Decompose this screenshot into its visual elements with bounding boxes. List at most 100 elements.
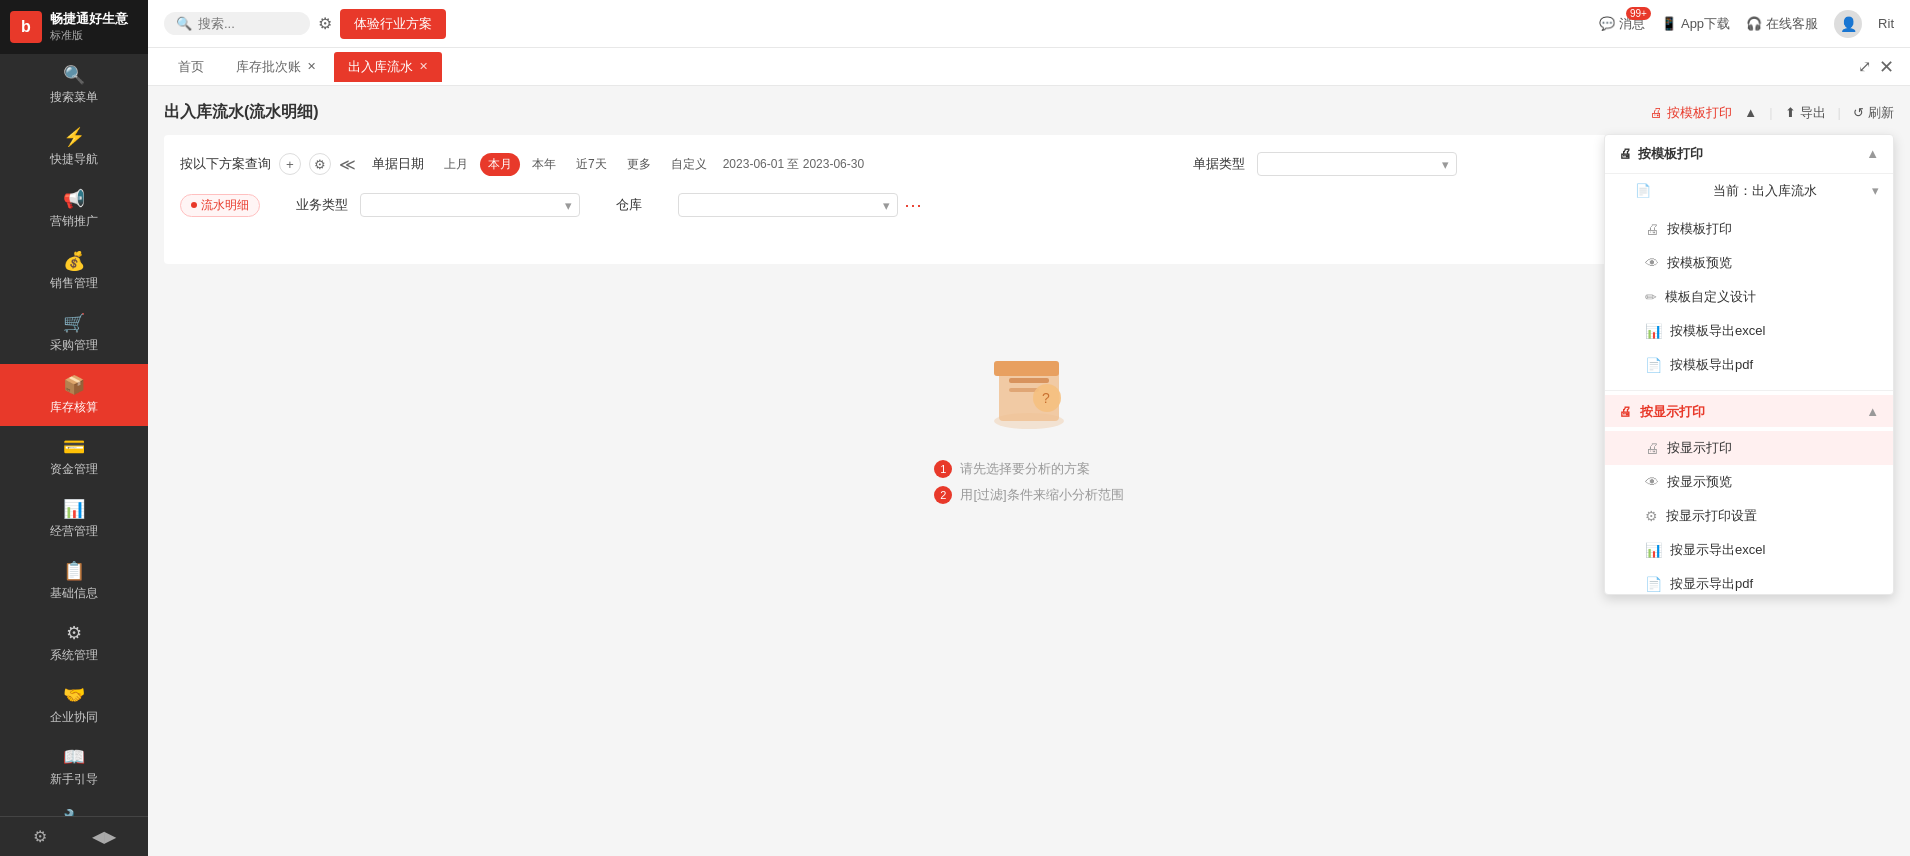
sidebar-item-2[interactable]: 📢 营销推广 bbox=[0, 178, 148, 240]
filter-add-btn[interactable]: + bbox=[279, 153, 301, 175]
sidebar-item-12[interactable]: 🔧 应用中心 bbox=[0, 798, 148, 816]
print-template-btn[interactable]: 🖨 按模板打印 bbox=[1650, 104, 1732, 122]
date-opt-more[interactable]: 更多 bbox=[619, 153, 659, 176]
app-download-btn[interactable]: 📱 App下载 bbox=[1661, 15, 1730, 33]
filter-active-tag[interactable]: 流水明细 bbox=[180, 194, 260, 217]
svg-text:?: ? bbox=[1042, 390, 1050, 406]
sidebar-label-2: 营销推广 bbox=[50, 213, 98, 230]
tab-batch-account-close[interactable]: ✕ bbox=[307, 60, 316, 73]
date-opt-7days[interactable]: 近7天 bbox=[568, 153, 615, 176]
sidebar-item-0[interactable]: 🔍 搜索菜单 bbox=[0, 54, 148, 116]
page-header: 出入库流水(流水明细) 🖨 按模板打印 ▲ | ⬆ 导出 | bbox=[164, 102, 1894, 123]
export-icon: ⬆ bbox=[1785, 105, 1796, 120]
sidebar-icon-9: ⚙ bbox=[66, 622, 82, 644]
filter-date-section: 单据日期 上月 本月 本年 近7天 更多 自定义 2023-06-01 至 20… bbox=[372, 153, 864, 176]
dropdown-item-export-pdf-display[interactable]: 📄 按显示导出pdf bbox=[1605, 567, 1893, 594]
collapse-icon[interactable]: ◀▶ bbox=[92, 827, 116, 846]
print-chevron-icon[interactable]: ▲ bbox=[1744, 105, 1757, 120]
sidebar-item-5[interactable]: 📦 库存核算 bbox=[0, 364, 148, 426]
sidebar-item-8[interactable]: 📋 基础信息 bbox=[0, 550, 148, 612]
dropdown-item-preview-display[interactable]: 👁 按显示预览 bbox=[1605, 465, 1893, 499]
settings-gear-icon[interactable]: ⚙ bbox=[318, 14, 332, 33]
export-btn[interactable]: ⬆ 导出 bbox=[1785, 104, 1826, 122]
biz-type-select[interactable] bbox=[360, 193, 580, 217]
sidebar-item-9[interactable]: ⚙ 系统管理 bbox=[0, 612, 148, 674]
tab-batch-account[interactable]: 库存批次账 ✕ bbox=[222, 52, 330, 82]
settings-icon[interactable]: ⚙ bbox=[33, 827, 47, 846]
tag-dot bbox=[191, 202, 197, 208]
date-options: 上月 本月 本年 近7天 更多 自定义 bbox=[436, 153, 715, 176]
svg-rect-2 bbox=[994, 361, 1059, 376]
sidebar-label-1: 快捷导航 bbox=[50, 151, 98, 168]
app-download-label: App下载 bbox=[1681, 15, 1730, 33]
dropdown-display-section: 🖨 按显示打印 👁 按显示预览 ⚙ 按显示打印设置 bbox=[1605, 427, 1893, 594]
sidebar-menu: 🔍 搜索菜单 ⚡ 快捷导航 📢 营销推广 💰 销售管理 🛒 采购管理 📦 库存核… bbox=[0, 54, 148, 816]
tab-bar: 首页 库存批次账 ✕ 出入库流水 ✕ ⤢ ✕ bbox=[148, 48, 1910, 86]
dropdown-display-section-header[interactable]: 🖨 按显示打印 ▲ bbox=[1605, 395, 1893, 427]
sidebar-item-7[interactable]: 📊 经营管理 bbox=[0, 488, 148, 550]
sidebar-item-3[interactable]: 💰 销售管理 bbox=[0, 240, 148, 302]
dropdown-item-preview-template[interactable]: 👁 按模板预览 bbox=[1605, 246, 1893, 280]
main-area: 🔍 ⚙ 体验行业方案 💬 消息 99+ 📱 App下载 🎧 在 bbox=[148, 0, 1910, 856]
refresh-btn[interactable]: ↺ 刷新 bbox=[1853, 104, 1894, 122]
date-opt-this-year[interactable]: 本年 bbox=[524, 153, 564, 176]
date-opt-last-month[interactable]: 上月 bbox=[436, 153, 476, 176]
dropdown-item-print-display[interactable]: 🖨 按显示打印 bbox=[1605, 431, 1893, 465]
trial-btn[interactable]: 体验行业方案 bbox=[340, 9, 446, 39]
refresh-icon: ↺ bbox=[1853, 105, 1864, 120]
filter-setting-btn[interactable]: ⚙ bbox=[309, 153, 331, 175]
sidebar-item-4[interactable]: 🛒 采购管理 bbox=[0, 302, 148, 364]
online-service-label: 在线客服 bbox=[1766, 15, 1818, 33]
dropdown-item-print-template[interactable]: 🖨 按模板打印 bbox=[1605, 212, 1893, 246]
sidebar-item-6[interactable]: 💳 资金管理 bbox=[0, 426, 148, 488]
warehouse-select[interactable] bbox=[678, 193, 898, 217]
display-section-arrow[interactable]: ▲ bbox=[1866, 404, 1879, 419]
dropdown-collapse-icon[interactable]: ▲ bbox=[1866, 146, 1879, 161]
sidebar-label-8: 基础信息 bbox=[50, 585, 98, 602]
tab-home-label: 首页 bbox=[178, 58, 204, 76]
current-chevron-icon[interactable]: ▾ bbox=[1872, 183, 1879, 198]
dropdown-current-item[interactable]: 📄 当前：出入库流水 ▾ bbox=[1605, 174, 1893, 208]
date-opt-custom[interactable]: 自定义 bbox=[663, 153, 715, 176]
online-service-btn[interactable]: 🎧 在线客服 bbox=[1746, 15, 1818, 33]
warehouse-more-btn[interactable]: ⋯ bbox=[904, 194, 922, 216]
dropdown-item-export-pdf-template[interactable]: 📄 按模板导出pdf bbox=[1605, 348, 1893, 382]
doc-type-select[interactable] bbox=[1257, 152, 1457, 176]
design-small-icon: ✏ bbox=[1645, 289, 1657, 305]
tab-flow[interactable]: 出入库流水 ✕ bbox=[334, 52, 442, 82]
step-1-num: 1 bbox=[934, 460, 952, 478]
dropdown-item-custom-design[interactable]: ✏ 模板自定义设计 bbox=[1605, 280, 1893, 314]
empty-step-2: 2 用[过滤]条件来缩小分析范围 bbox=[934, 482, 1123, 508]
sidebar-item-1[interactable]: ⚡ 快捷导航 bbox=[0, 116, 148, 178]
filter-collapse-btn[interactable]: ≪ bbox=[339, 155, 356, 174]
sidebar-label-6: 资金管理 bbox=[50, 461, 98, 478]
date-opt-this-month[interactable]: 本月 bbox=[480, 153, 520, 176]
tab-home[interactable]: 首页 bbox=[164, 52, 218, 82]
excel-small-icon: 📊 bbox=[1645, 323, 1662, 339]
username-label[interactable]: Rit bbox=[1878, 16, 1894, 31]
dropdown-item-export-excel-template[interactable]: 📊 按模板导出excel bbox=[1605, 314, 1893, 348]
dropdown-item-print-settings-display[interactable]: ⚙ 按显示打印设置 bbox=[1605, 499, 1893, 533]
display-print-icon: 🖨 bbox=[1619, 404, 1632, 419]
date-range: 2023-06-01 至 2023-06-30 bbox=[723, 156, 864, 173]
sidebar-item-10[interactable]: 🤝 企业协同 bbox=[0, 674, 148, 736]
sidebar-icon-6: 💳 bbox=[63, 436, 85, 458]
search-box[interactable]: 🔍 bbox=[164, 12, 310, 35]
print-display-icon: 🖨 bbox=[1645, 440, 1659, 456]
sidebar-icon-12: 🔧 bbox=[63, 808, 85, 816]
tab-flow-close[interactable]: ✕ bbox=[419, 60, 428, 73]
empty-step-1: 1 请先选择要分析的方案 bbox=[934, 456, 1123, 482]
topbar-left: 🔍 ⚙ 体验行业方案 bbox=[164, 9, 1589, 39]
dropdown-title: 🖨 按模板打印 bbox=[1619, 145, 1703, 163]
close-all-icon[interactable]: ✕ bbox=[1879, 56, 1894, 78]
dropdown-item-export-excel-display[interactable]: 📊 按显示导出excel bbox=[1605, 533, 1893, 567]
sidebar-item-11[interactable]: 📖 新手引导 bbox=[0, 736, 148, 798]
sidebar-icon-5: 📦 bbox=[63, 374, 85, 396]
preview-display-icon: 👁 bbox=[1645, 474, 1659, 490]
avatar[interactable]: 👤 bbox=[1834, 10, 1862, 38]
sidebar: b 畅捷通好生意 标准版 🔍 搜索菜单 ⚡ 快捷导航 📢 营销推广 💰 销售管理… bbox=[0, 0, 148, 856]
message-badge: 99+ bbox=[1626, 7, 1651, 20]
message-btn[interactable]: 💬 消息 99+ bbox=[1599, 15, 1645, 33]
search-input[interactable] bbox=[198, 16, 298, 31]
fullscreen-icon[interactable]: ⤢ bbox=[1858, 57, 1871, 76]
